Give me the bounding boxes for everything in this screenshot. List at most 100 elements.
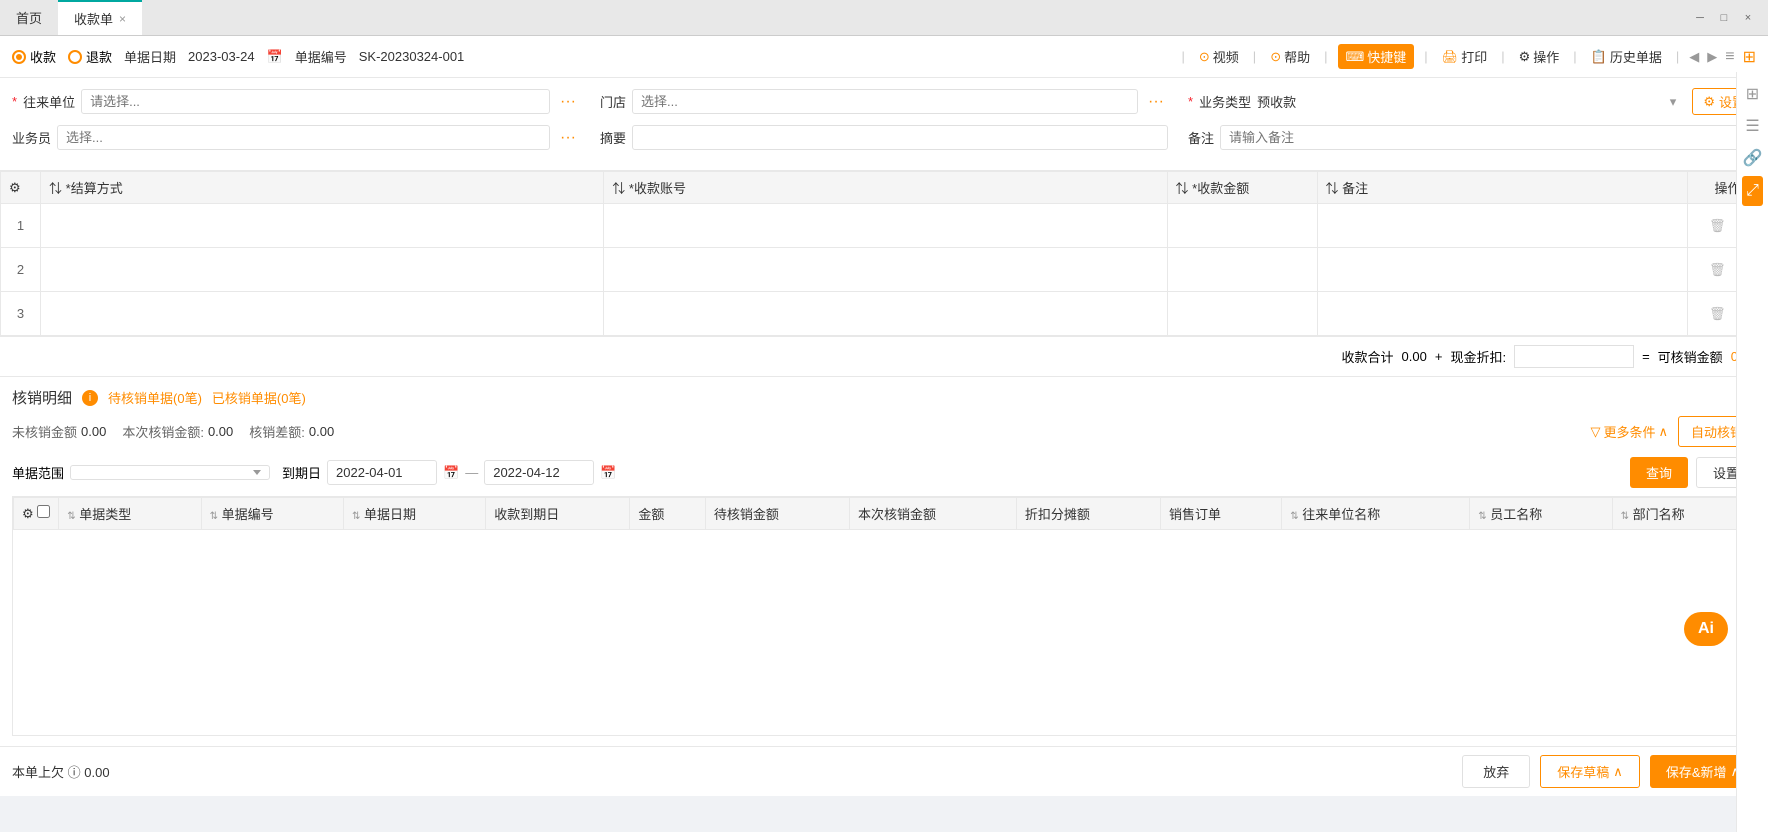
total-label: 收款合计 xyxy=(1342,347,1394,366)
counterparty-field: * 往来单位 ··· xyxy=(12,89,580,114)
remark-cell-2[interactable] xyxy=(1317,248,1687,292)
salesman-more-icon[interactable]: ··· xyxy=(556,129,580,147)
nav-next-icon[interactable]: ▶ xyxy=(1707,49,1717,65)
filter-chevron: ∧ xyxy=(1658,424,1668,440)
calendar-from-icon[interactable]: 📅 xyxy=(443,465,459,481)
maximize-button[interactable]: □ xyxy=(1716,10,1732,26)
date-separator: — xyxy=(465,465,478,480)
remark-input[interactable] xyxy=(1220,125,1756,150)
th-gear[interactable]: ⚙ xyxy=(1,172,41,204)
store-input[interactable] xyxy=(632,89,1138,114)
calendar-icon[interactable]: 📅 xyxy=(267,49,283,65)
help-button[interactable]: ⊙ 帮助 xyxy=(1266,45,1314,68)
form-row-1: * 往来单位 ··· 门店 ··· * 业务类型 预收款 ▾ ⚙ 设置 xyxy=(12,88,1756,115)
pending-tab[interactable]: 待核销单据(0笔) xyxy=(108,388,202,407)
counterparty-more-icon[interactable]: ··· xyxy=(556,93,580,111)
gear-bottom-icon[interactable]: ⚙ xyxy=(22,506,34,521)
calendar-to-icon[interactable]: 📅 xyxy=(600,465,616,481)
settlement-cell-3[interactable] xyxy=(41,292,604,336)
done-tab[interactable]: 已核销单据(0笔) xyxy=(212,388,306,407)
ai-bubble[interactable]: Ai xyxy=(1684,612,1728,646)
more-filter-button[interactable]: ▽ 更多条件 ∧ xyxy=(1590,422,1668,441)
range-dropdown-icon xyxy=(253,470,261,475)
discount-label: 现金折扣: xyxy=(1450,347,1506,366)
operation-button[interactable]: ⚙ 操作 xyxy=(1515,45,1564,68)
tab-close-icon[interactable]: × xyxy=(119,12,126,26)
print-button[interactable]: 🖨 打印 xyxy=(1438,45,1492,68)
view-list-icon[interactable]: ≡ xyxy=(1725,48,1734,66)
tab-home[interactable]: 首页 xyxy=(0,0,58,35)
date-to-input[interactable] xyxy=(484,460,594,485)
remark-cell-1[interactable] xyxy=(1317,204,1687,248)
radio-refund-label: 退款 xyxy=(86,47,112,66)
settlement-cell-2[interactable] xyxy=(41,248,604,292)
history-icon: 📋 xyxy=(1591,49,1607,65)
radio-receive[interactable]: 收款 xyxy=(12,47,56,66)
th-account: ⇅ *收款账号 xyxy=(604,172,1167,204)
sidebar-link-icon[interactable]: 🔗 xyxy=(1739,144,1767,172)
account-cell-3[interactable] xyxy=(604,292,1167,336)
save-new-label: 保存&新增 xyxy=(1666,762,1727,781)
discount-input[interactable] xyxy=(1514,345,1634,368)
th-doc-date: ⇅ 单据日期 xyxy=(343,498,485,530)
minimize-button[interactable]: ─ xyxy=(1692,10,1708,26)
amount-cell-2[interactable] xyxy=(1167,248,1317,292)
verify-info-icon[interactable]: i xyxy=(82,390,98,406)
counterparty-input[interactable] xyxy=(81,89,550,114)
salesman-input[interactable] xyxy=(57,125,550,150)
diff-stat: 核销差额: 0.00 xyxy=(249,422,334,441)
counterparty-label: 往来单位 xyxy=(23,92,75,111)
bottom-info-label: 本单上欠 xyxy=(12,765,64,780)
th-discount: 折扣分摊额 xyxy=(1016,498,1160,530)
toolbar-right: | ⊙ 视频 | ⊙ 帮助 | ⌨ 快捷键 | 🖨 打印 | ⚙ xyxy=(1179,44,1756,69)
settlement-cell-1[interactable] xyxy=(41,204,604,248)
account-cell-2[interactable] xyxy=(604,248,1167,292)
remark-cell-3[interactable] xyxy=(1317,292,1687,336)
no-value: SK-20230324-001 xyxy=(359,49,465,64)
query-button[interactable]: 查询 xyxy=(1630,457,1688,488)
sort-icon3: ⇅ xyxy=(1176,181,1189,196)
sidebar-list-icon[interactable]: ☰ xyxy=(1741,112,1763,140)
delete-icon-2[interactable]: 🗑 xyxy=(1709,262,1726,277)
nav-prev-icon[interactable]: ◀ xyxy=(1689,49,1699,65)
unverified-label: 未核销金额 xyxy=(12,422,77,441)
radio-refund[interactable]: 退款 xyxy=(68,47,112,66)
tab-active[interactable]: 收款单 × xyxy=(58,0,142,35)
history-button[interactable]: 📋 历史单据 xyxy=(1587,45,1666,68)
bottom-buttons: 放弃 保存草稿 ∧ 保存&新增 ∧ xyxy=(1462,755,1756,788)
equals-sign: = xyxy=(1642,349,1650,364)
amount-cell-1[interactable] xyxy=(1167,204,1317,248)
range-select[interactable] xyxy=(70,465,270,480)
save-draft-button[interactable]: 保存草稿 ∧ xyxy=(1540,755,1640,788)
date-value[interactable]: 2023-03-24 xyxy=(188,49,255,64)
gear-col-icon: ⚙ xyxy=(9,180,21,195)
diff-label: 核销差额: xyxy=(249,422,305,441)
video-button[interactable]: ⊙ 视频 xyxy=(1195,45,1243,68)
view-grid-icon[interactable]: ⊞ xyxy=(1743,47,1756,67)
shortcut-icon: ⌨ xyxy=(1346,49,1365,65)
th-dept: ⇅ 部门名称 xyxy=(1612,498,1754,530)
date-from-input[interactable] xyxy=(327,460,437,485)
business-type-dropdown-icon[interactable]: ▾ xyxy=(1670,94,1677,110)
delete-icon-3[interactable]: 🗑 xyxy=(1709,306,1726,321)
tab-active-label: 收款单 xyxy=(74,9,113,28)
th-settlement: ⇅ *结算方式 xyxy=(41,172,604,204)
print-icon: 🖨 xyxy=(1442,49,1459,65)
account-cell-1[interactable] xyxy=(604,204,1167,248)
th-remark: ⇅ 备注 xyxy=(1317,172,1687,204)
summary-input[interactable] xyxy=(632,125,1168,150)
plus-sign: + xyxy=(1435,349,1443,364)
bottom-bar: 本单上欠 ⓘ 0.00 放弃 保存草稿 ∧ 保存&新增 ∧ xyxy=(0,746,1768,796)
sidebar-expand-icon[interactable]: ⤢ xyxy=(1742,176,1763,206)
sidebar-table-icon[interactable]: ⊞ xyxy=(1742,80,1763,108)
discard-button[interactable]: 放弃 xyxy=(1462,755,1530,788)
this-time-label: 本次核销金额: xyxy=(122,422,204,441)
select-all-checkbox[interactable] xyxy=(37,505,50,518)
store-label: 门店 xyxy=(600,92,626,111)
store-more-icon[interactable]: ··· xyxy=(1144,93,1168,111)
delete-icon-1[interactable]: 🗑 xyxy=(1709,218,1726,233)
sort-icon4: ⇅ xyxy=(1326,181,1339,196)
amount-cell-3[interactable] xyxy=(1167,292,1317,336)
shortcut-button[interactable]: ⌨ 快捷键 xyxy=(1338,44,1415,69)
close-button[interactable]: × xyxy=(1740,10,1756,26)
